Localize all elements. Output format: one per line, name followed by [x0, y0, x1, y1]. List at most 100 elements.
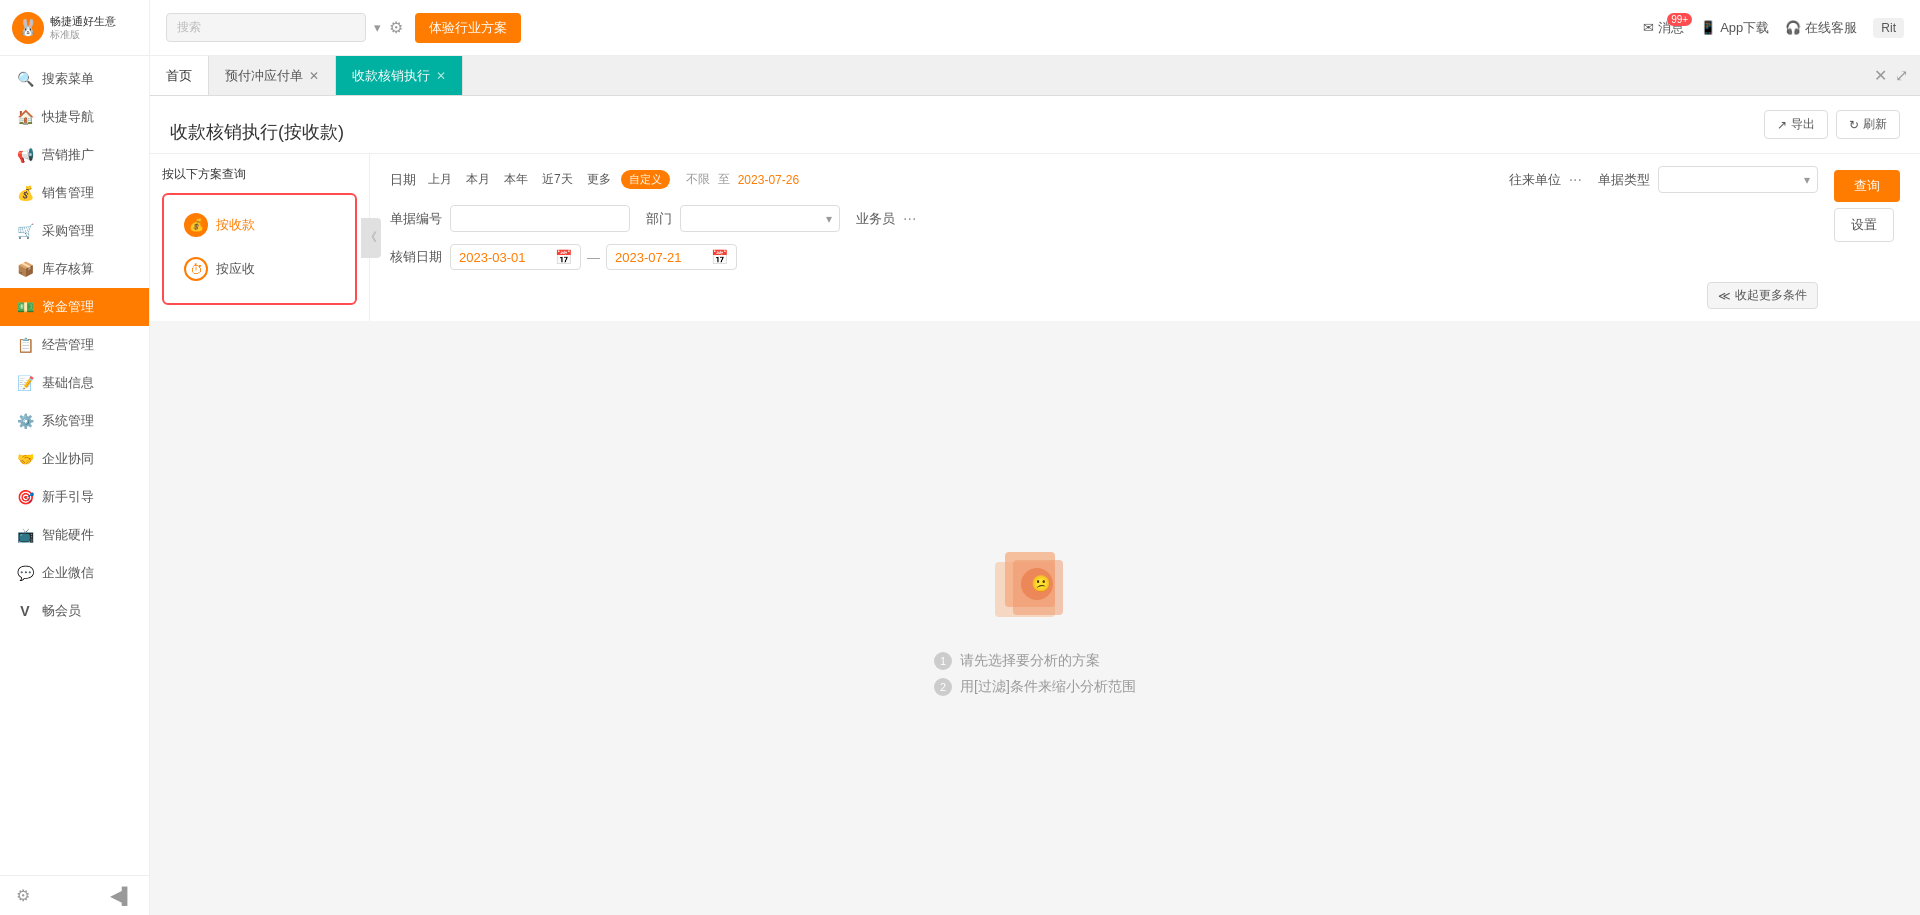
empty-illustration: 😕: [975, 532, 1095, 632]
doc-no-filter-item: 单据编号: [390, 205, 630, 232]
tab-prepay-close[interactable]: ✕: [309, 69, 319, 83]
sidebar-item-basic-info[interactable]: 📝 基础信息: [0, 364, 149, 402]
user-avatar[interactable]: Rit: [1873, 18, 1904, 38]
industry-solution-button[interactable]: 体验行业方案: [415, 13, 521, 43]
topbar-search-box: 搜索: [166, 13, 366, 42]
step-1-num: 1: [934, 652, 952, 670]
staff-dots[interactable]: ···: [903, 210, 916, 228]
sidebar-logo: 🐰 畅捷通好生意 标准版: [0, 0, 149, 56]
custom-date-btn[interactable]: 自定义: [621, 170, 670, 189]
tab-collect-writeoff[interactable]: 收款核销执行 ✕: [336, 56, 463, 95]
settings-icon[interactable]: ⚙: [16, 886, 30, 905]
sidebar-item-search[interactable]: 🔍 搜索菜单: [0, 60, 149, 98]
setting-button[interactable]: 设置: [1834, 208, 1894, 242]
calendar-end-icon[interactable]: 📅: [711, 249, 728, 265]
staff-label: 业务员: [856, 210, 895, 228]
page-header: 收款核销执行(按收款) ↗ 导出 ↻ 刷新: [150, 96, 1920, 154]
message-button[interactable]: ✉ 消息 99+: [1643, 19, 1684, 37]
sidebar-item-operation[interactable]: 📋 经营管理: [0, 326, 149, 364]
calendar-start-icon[interactable]: 📅: [555, 249, 572, 265]
date-to-label: 至: [718, 171, 730, 188]
7days-btn[interactable]: 近7天: [538, 169, 577, 190]
collapse-conditions-button[interactable]: ≪ 收起更多条件: [1707, 282, 1818, 309]
by-receivable-icon: ⏱: [184, 257, 208, 281]
doc-no-input[interactable]: [450, 205, 630, 232]
empty-state: 😕 1 请先选择要分析的方案 2 用[过滤]条件来缩小分析范围: [150, 321, 1920, 915]
filter-by-collect[interactable]: 💰 按收款: [174, 205, 345, 245]
sidebar-item-marketing[interactable]: 📢 营销推广: [0, 136, 149, 174]
logo-text: 畅捷通好生意 标准版: [50, 14, 116, 41]
export-button[interactable]: ↗ 导出: [1764, 110, 1828, 139]
refresh-button[interactable]: ↻ 刷新: [1836, 110, 1900, 139]
collapse-filter-button[interactable]: 《: [361, 218, 381, 258]
counterpart-filter-item: 往来单位 ···: [1509, 171, 1582, 189]
enterprise-icon: 🤝: [16, 450, 34, 468]
system-icon: ⚙️: [16, 412, 34, 430]
date-label: 日期: [390, 171, 416, 189]
app-icon: 📱: [1700, 20, 1716, 35]
finance-icon: 💵: [16, 298, 34, 316]
step-2-num: 2: [934, 678, 952, 696]
writeoff-date-start-input[interactable]: [459, 250, 549, 265]
more-date-btn[interactable]: 更多: [583, 169, 615, 190]
counterpart-label: 往来单位: [1509, 171, 1561, 189]
filter-row-3: 核销日期 📅 — 📅: [390, 244, 1818, 270]
logo-icon: 🐰: [12, 12, 44, 44]
search-icon: 🔍: [16, 70, 34, 88]
tab-collect-writeoff-close[interactable]: ✕: [436, 69, 446, 83]
collapse-sidebar-icon[interactable]: ◀▌: [110, 886, 133, 905]
this-month-btn[interactable]: 本月: [462, 169, 494, 190]
sidebar-item-member[interactable]: V 畅会员: [0, 592, 149, 630]
filter-left-panel: 按以下方案查询 💰 按收款 ⏱ 按应收 《: [150, 154, 370, 321]
sidebar-item-guide[interactable]: 🎯 新手引导: [0, 478, 149, 516]
sidebar-item-purchase[interactable]: 🛒 采购管理: [0, 212, 149, 250]
this-year-btn[interactable]: 本年: [500, 169, 532, 190]
sidebar-item-quick-nav[interactable]: 🏠 快捷导航: [0, 98, 149, 136]
sidebar-item-system[interactable]: ⚙️ 系统管理: [0, 402, 149, 440]
topbar-gear-icon[interactable]: ⚙: [389, 18, 403, 37]
dept-select[interactable]: [680, 205, 840, 232]
page-actions: ↗ 导出 ↻ 刷新: [1764, 110, 1900, 153]
filter-right-panel: 日期 上月 本月 本年 近7天 更多 自定义: [370, 154, 1920, 321]
tab-home[interactable]: 首页: [150, 56, 209, 95]
tab-prepay[interactable]: 预付冲应付单 ✕: [209, 56, 336, 95]
staff-filter-item: 业务员 ···: [856, 210, 916, 228]
sidebar-item-inventory[interactable]: 📦 库存核算: [0, 250, 149, 288]
doc-type-select[interactable]: [1658, 166, 1818, 193]
sidebar-item-enterprise[interactable]: 🤝 企业协同: [0, 440, 149, 478]
query-button[interactable]: 查询: [1834, 170, 1900, 202]
sidebar-item-wechat[interactable]: 💬 企业微信: [0, 554, 149, 592]
fullscreen-button[interactable]: ⤢: [1895, 66, 1908, 85]
online-service-button[interactable]: 🎧 在线客服: [1785, 19, 1857, 37]
counterpart-dots[interactable]: ···: [1569, 171, 1582, 189]
filter-by-receivable[interactable]: ⏱ 按应收: [174, 249, 345, 289]
wechat-icon: 💬: [16, 564, 34, 582]
operation-icon: 📋: [16, 336, 34, 354]
sidebar-item-finance[interactable]: 💵 资金管理: [0, 288, 149, 326]
writeoff-date-range: 📅 — 📅: [450, 244, 737, 270]
sidebar-item-sales[interactable]: 💰 销售管理: [0, 174, 149, 212]
close-tab-button[interactable]: ✕: [1874, 66, 1887, 85]
home-icon: 🏠: [16, 108, 34, 126]
filter-row-1: 日期 上月 本月 本年 近7天 更多 自定义: [390, 166, 1818, 193]
date-no-limit-area: 不限 至 2023-07-26: [686, 171, 1493, 188]
last-month-btn[interactable]: 上月: [424, 169, 456, 190]
sidebar-item-smart-hw[interactable]: 📺 智能硬件: [0, 516, 149, 554]
app-download-button[interactable]: 📱 App下载: [1700, 19, 1769, 37]
empty-step-2: 2 用[过滤]条件来缩小分析范围: [934, 678, 1136, 696]
by-collect-icon: 💰: [184, 213, 208, 237]
more-conditions-area: ≪ 收起更多条件: [390, 282, 1818, 309]
empty-steps-list: 1 请先选择要分析的方案 2 用[过滤]条件来缩小分析范围: [934, 652, 1136, 704]
writeoff-date-end-input[interactable]: [615, 250, 705, 265]
smart-hw-icon: 📺: [16, 526, 34, 544]
filter-options-border: 💰 按收款 ⏱ 按应收: [162, 193, 357, 305]
topbar-dropdown-icon[interactable]: ▾: [374, 20, 381, 35]
filter-left-title: 按以下方案查询: [162, 166, 357, 183]
page-title: 收款核销执行(按收款): [170, 120, 1764, 144]
tabbar: 首页 预付冲应付单 ✕ 收款核销执行 ✕ ✕ ⤢: [150, 56, 1920, 96]
dept-select-wrapper: ▾: [680, 205, 840, 232]
sidebar-footer: ⚙ ◀▌: [0, 875, 149, 915]
service-icon: 🎧: [1785, 20, 1801, 35]
topbar: 搜索 ▾ ⚙ 体验行业方案 ✉ 消息 99+ 📱 App下载 🎧 在线客服 Ri…: [150, 0, 1920, 56]
date-range-separator: —: [587, 250, 600, 265]
